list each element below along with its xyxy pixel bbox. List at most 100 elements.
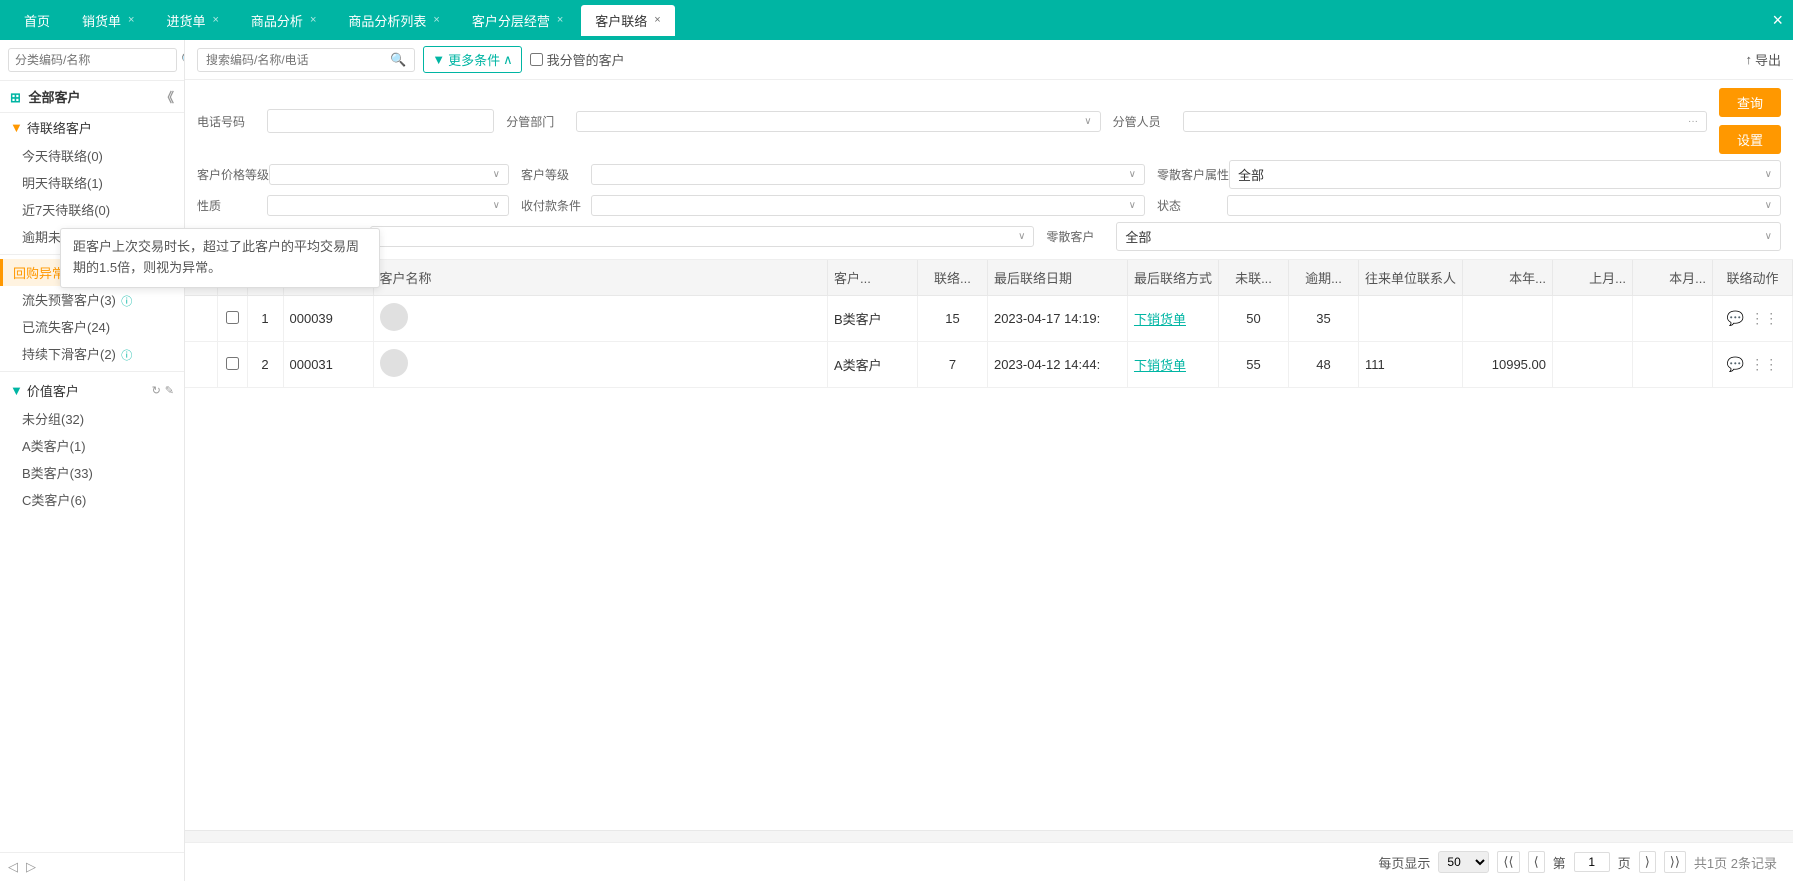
customer-table: ⚙ 客户编码 客户名称 客户... 联络... [185, 260, 1793, 388]
filter-more-btn[interactable]: ▼ 更多条件 ∧ [423, 46, 521, 73]
sidebar-bottom [0, 513, 184, 852]
close-purchase-tab[interactable]: × [212, 14, 218, 26]
sidebar-item-class-a[interactable]: A类客户(1) [0, 432, 184, 459]
set-button[interactable]: 设置 [1719, 125, 1781, 154]
close-sales-tab[interactable]: × [128, 14, 134, 26]
customer-type-select[interactable]: ∨ [370, 226, 1035, 247]
filter-search-input[interactable] [206, 53, 386, 67]
sidebar: 🔍 ⊞ 全部客户 《 ▼ 待联络客户 今天待联络(0) 明天待联络(1) 近7天… [0, 40, 185, 881]
page-end-label: 页 [1618, 853, 1631, 872]
row1-checkbox[interactable] [226, 311, 239, 324]
sidebar-item-lost[interactable]: 已流失客户(24) [0, 313, 184, 340]
status-select[interactable]: ∨ [1227, 195, 1781, 216]
per-page-select[interactable]: 50 10 20 100 [1438, 851, 1489, 873]
sidebar-pending-group[interactable]: ▼ 待联络客户 [0, 113, 184, 142]
close-analysis-list-tab[interactable]: × [433, 14, 439, 26]
pagination: 每页显示 50 10 20 100 ⟨⟨ ⟨ 第 页 ⟩ ⟩⟩ 共1页 2条记录 [185, 842, 1793, 881]
col-last-month-header[interactable]: 上月... [1553, 260, 1633, 296]
col-last-date-header[interactable]: 最后联络日期 [987, 260, 1127, 296]
manager-select[interactable]: ··· [1183, 111, 1707, 132]
retail-customer-select[interactable]: 全部 ∨ [1116, 222, 1781, 251]
dept-select[interactable]: ∨ [576, 111, 1100, 132]
phone-input[interactable] [267, 109, 494, 133]
tab-analysis-list[interactable]: 商品分析列表 × [334, 5, 453, 36]
filter-field-dept: 分管部门 ∨ [506, 111, 1100, 132]
sidebar-item-class-b[interactable]: B类客户(33) [0, 459, 184, 486]
first-page-btn[interactable]: ⟨⟨ [1497, 851, 1519, 873]
tab-home[interactable]: 首页 [10, 5, 64, 36]
col-overdue-header[interactable]: 逾期... [1288, 260, 1358, 296]
sidebar-item-tomorrow[interactable]: 明天待联络(1) [0, 169, 184, 196]
value-group-edit-icon[interactable]: ✎ [165, 384, 174, 397]
sidebar-item-class-c[interactable]: C类客户(6) [0, 486, 184, 513]
close-all-button[interactable]: × [1772, 11, 1783, 29]
sidebar-all-customers[interactable]: ⊞ 全部客户 《 [0, 81, 184, 113]
sidebar-nav-left-icon[interactable]: ◁ [8, 859, 18, 875]
sidebar-collapse-icon[interactable]: 《 [161, 87, 174, 106]
price-level-select[interactable]: ∨ [269, 164, 509, 185]
row2-chat-icon[interactable]: 💬 [1727, 356, 1744, 373]
sidebar-bottom-nav: ◁ ▷ [0, 852, 184, 881]
row1-chat-icon[interactable]: 💬 [1727, 310, 1744, 327]
col-type-header[interactable]: 客户... [827, 260, 917, 296]
query-button[interactable]: 查询 [1719, 88, 1781, 117]
tab-analysis[interactable]: 商品分析 × [237, 5, 330, 36]
sidebar-nav-right-icon[interactable]: ▷ [26, 859, 36, 875]
filter-field-status: 状态 ∨ [1157, 195, 1781, 216]
close-customer-contact-tab[interactable]: × [654, 14, 660, 26]
lost-predict-hint-icon[interactable]: ⓘ [121, 296, 132, 308]
last-page-btn[interactable]: ⟩⟩ [1664, 851, 1686, 873]
row2-last-way-link[interactable]: 下销货单 [1134, 358, 1186, 373]
row1-unit-contact [1358, 296, 1462, 342]
gender-select[interactable]: ∨ [267, 195, 509, 216]
value-group-refresh-icon[interactable]: ↻ [152, 384, 161, 397]
row2-contact-count: 7 [917, 342, 987, 388]
customer-level-select[interactable]: ∨ [591, 164, 1145, 185]
table-scrollbar[interactable] [185, 830, 1793, 842]
tab-customer-tier[interactable]: 客户分层经营 × [458, 5, 577, 36]
sidebar-search-input[interactable] [8, 48, 177, 72]
tab-sales[interactable]: 销货单 × [68, 5, 148, 36]
col-unread-header[interactable]: 未联... [1218, 260, 1288, 296]
phone-label: 电话号码 [197, 113, 267, 130]
prev-page-btn[interactable]: ⟨ [1528, 851, 1545, 873]
payment-select[interactable]: ∨ [591, 195, 1145, 216]
export-btn[interactable]: ↑ 导出 [1745, 50, 1781, 69]
row2-this-month [1633, 342, 1713, 388]
col-name-header[interactable]: 客户名称 [373, 260, 827, 296]
tab-customer-contact[interactable]: 客户联络 × [581, 5, 674, 36]
col-year-header[interactable]: 本年... [1463, 260, 1553, 296]
col-unit-contact-header[interactable]: 往来单位联系人 [1358, 260, 1462, 296]
col-this-month-header[interactable]: 本月... [1633, 260, 1713, 296]
row1-more-icon[interactable]: ⋮⋮ [1750, 310, 1778, 327]
row1-check[interactable] [217, 296, 247, 342]
row2-action-icons: 💬 ⋮⋮ [1719, 356, 1786, 373]
sidebar-item-ungroup[interactable]: 未分组(32) [0, 405, 184, 432]
page-label: 第 [1553, 853, 1566, 872]
sidebar-value-group[interactable]: ▼ 价值客户 ↻ ✎ [0, 376, 184, 405]
row2-checkbox[interactable] [226, 357, 239, 370]
close-customer-tier-tab[interactable]: × [557, 14, 563, 26]
customer-type-arrow: ∨ [1018, 231, 1025, 242]
row2-code: 000031 [283, 342, 373, 388]
sidebar-item-7days[interactable]: 近7天待联络(0) [0, 196, 184, 223]
col-last-way-header[interactable]: 最后联络方式 [1127, 260, 1218, 296]
col-contact-header[interactable]: 联络... [917, 260, 987, 296]
row1-this-month [1633, 296, 1713, 342]
row2-more-icon[interactable]: ⋮⋮ [1750, 356, 1778, 373]
tab-purchase[interactable]: 进货单 × [152, 5, 232, 36]
row2-check[interactable] [217, 342, 247, 388]
next-page-btn[interactable]: ⟩ [1639, 851, 1656, 873]
sidebar-item-decline[interactable]: 持续下滑客户(2) ⓘ [0, 340, 184, 367]
row1-name [373, 296, 827, 342]
decline-hint-icon[interactable]: ⓘ [121, 350, 132, 362]
close-analysis-tab[interactable]: × [310, 14, 316, 26]
retail-attr-select[interactable]: 全部 ∨ [1229, 160, 1781, 189]
sidebar-item-today[interactable]: 今天待联络(0) [0, 142, 184, 169]
my-customers-checkbox[interactable] [530, 53, 543, 66]
row1-last-way-link[interactable]: 下销货单 [1134, 312, 1186, 327]
price-level-arrow: ∨ [493, 169, 500, 180]
filter-search-icon[interactable]: 🔍 [390, 52, 406, 68]
sidebar-item-lost-predict[interactable]: 流失预警客户(3) ⓘ [0, 286, 184, 313]
page-input[interactable] [1574, 852, 1610, 872]
